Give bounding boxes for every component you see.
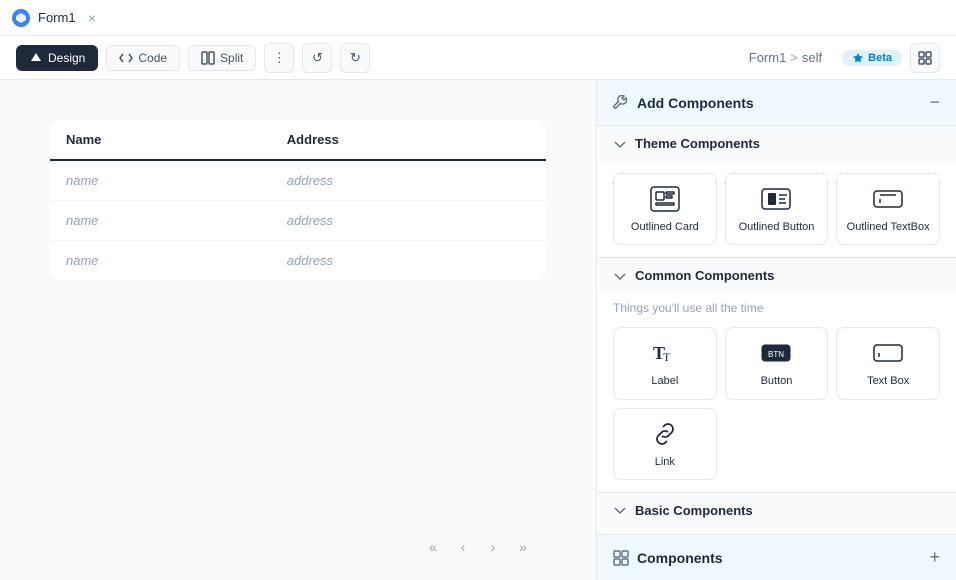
add-components-title: Add Components — [637, 95, 754, 111]
label-icon: T T — [649, 338, 681, 368]
add-components-header: Add Components − — [597, 80, 956, 126]
code-label: Code — [138, 51, 167, 65]
textbox-icon — [872, 338, 904, 368]
design-label: Design — [48, 51, 85, 65]
common-group-label: Common Components — [635, 268, 774, 283]
breadcrumb: Form1 > self — [749, 50, 822, 65]
column-name: Name — [50, 120, 271, 160]
add-components-title-group: Add Components — [613, 95, 754, 111]
next-page-button[interactable]: › — [480, 534, 506, 560]
prev-page-button[interactable]: ‹ — [450, 534, 476, 560]
label-item[interactable]: T T Label — [613, 327, 717, 399]
button-item[interactable]: BTN Button — [725, 327, 829, 399]
outlined-button-icon — [760, 184, 792, 214]
cell-address-3: address — [271, 241, 546, 281]
common-group-header[interactable]: Common Components — [597, 258, 956, 293]
svg-text:BTN: BTN — [768, 350, 784, 359]
theme-group-header[interactable]: Theme Components — [597, 126, 956, 161]
outlined-textbox-icon — [872, 184, 904, 214]
basic-components-group: Basic Components T T — [597, 493, 956, 534]
collapse-add-components-button[interactable]: − — [929, 92, 940, 113]
theme-group-label: Theme Components — [635, 136, 760, 151]
toolbar: Design Code Split ⋮ ↺ ↻ Form1 > self Bet… — [0, 36, 956, 80]
breadcrumb-form[interactable]: Form1 — [749, 50, 787, 65]
undo-button[interactable]: ↺ — [302, 43, 332, 73]
label-component-label: Label — [651, 374, 678, 388]
common-components-group: Common Components Things you'll use all … — [597, 258, 956, 493]
outlined-card-item[interactable]: Outlined Card — [613, 173, 717, 245]
column-address: Address — [271, 120, 546, 160]
outlined-card-icon — [649, 184, 681, 214]
common-component-grid: T T Label BTN — [597, 315, 956, 492]
components-footer-title-group: Components — [613, 550, 723, 566]
pagination: « ‹ › » — [420, 534, 536, 560]
beta-label: Beta — [868, 52, 892, 64]
split-label: Split — [220, 51, 243, 65]
wrench-icon — [613, 95, 629, 111]
button-icon: BTN — [760, 338, 792, 368]
link-component-label: Link — [655, 455, 675, 469]
table-row: name address — [50, 201, 546, 241]
panel-body: Theme Components — [597, 126, 956, 534]
cell-name-1: name — [50, 160, 271, 201]
chevron-down-icon — [613, 503, 627, 517]
components-footer: Components + — [597, 534, 956, 580]
theme-component-grid: Outlined Card — [597, 161, 956, 257]
components-footer-title: Components — [637, 550, 723, 566]
last-page-button[interactable]: » — [510, 534, 536, 560]
outlined-card-label: Outlined Card — [631, 220, 699, 234]
link-item[interactable]: Link — [613, 408, 717, 480]
outlined-button-label: Outlined Button — [739, 220, 815, 234]
data-table: Name Address name address name address — [50, 120, 546, 280]
tab-close-button[interactable]: × — [88, 10, 96, 26]
basic-group-header[interactable]: Basic Components — [597, 493, 956, 528]
design-button[interactable]: Design — [16, 45, 98, 71]
title-bar: Form1 × — [0, 0, 956, 36]
canvas: Name Address name address name address — [0, 80, 596, 580]
expand-components-button[interactable]: + — [929, 547, 940, 568]
split-button[interactable]: Split — [188, 45, 256, 71]
button-component-label: Button — [761, 374, 793, 388]
grid-toggle-button[interactable] — [910, 43, 940, 73]
theme-components-group: Theme Components — [597, 126, 956, 258]
chevron-down-icon — [613, 269, 627, 283]
app-icon — [12, 9, 30, 27]
first-page-button[interactable]: « — [420, 534, 446, 560]
svg-text:T: T — [663, 350, 671, 364]
outlined-textbox-item[interactable]: Outlined TextBox — [836, 173, 940, 245]
cell-address-1: address — [271, 160, 546, 201]
link-icon — [649, 419, 681, 449]
main-layout: Name Address name address name address — [0, 80, 956, 580]
code-button[interactable]: Code — [106, 45, 180, 71]
outlined-button-item[interactable]: Outlined Button — [725, 173, 829, 245]
beta-badge: Beta — [842, 50, 902, 66]
cell-name-3: name — [50, 241, 271, 281]
more-options-button[interactable]: ⋮ — [264, 43, 294, 73]
breadcrumb-separator: > — [790, 50, 798, 65]
textbox-item[interactable]: Text Box — [836, 327, 940, 399]
textbox-component-label: Text Box — [867, 374, 909, 388]
table-row: name address — [50, 160, 546, 201]
table-row: name address — [50, 241, 546, 281]
basic-group-label: Basic Components — [635, 503, 753, 518]
cell-name-2: name — [50, 201, 271, 241]
chevron-down-icon — [613, 137, 627, 151]
redo-button[interactable]: ↻ — [340, 43, 370, 73]
breadcrumb-self[interactable]: self — [802, 50, 822, 65]
cell-address-2: address — [271, 201, 546, 241]
common-group-hint: Things you'll use all the time — [597, 293, 956, 315]
components-footer-icon — [613, 550, 629, 566]
right-panel: Add Components − Theme Components — [596, 80, 956, 580]
tab-name[interactable]: Form1 — [38, 10, 76, 25]
outlined-textbox-label: Outlined TextBox — [847, 220, 930, 234]
